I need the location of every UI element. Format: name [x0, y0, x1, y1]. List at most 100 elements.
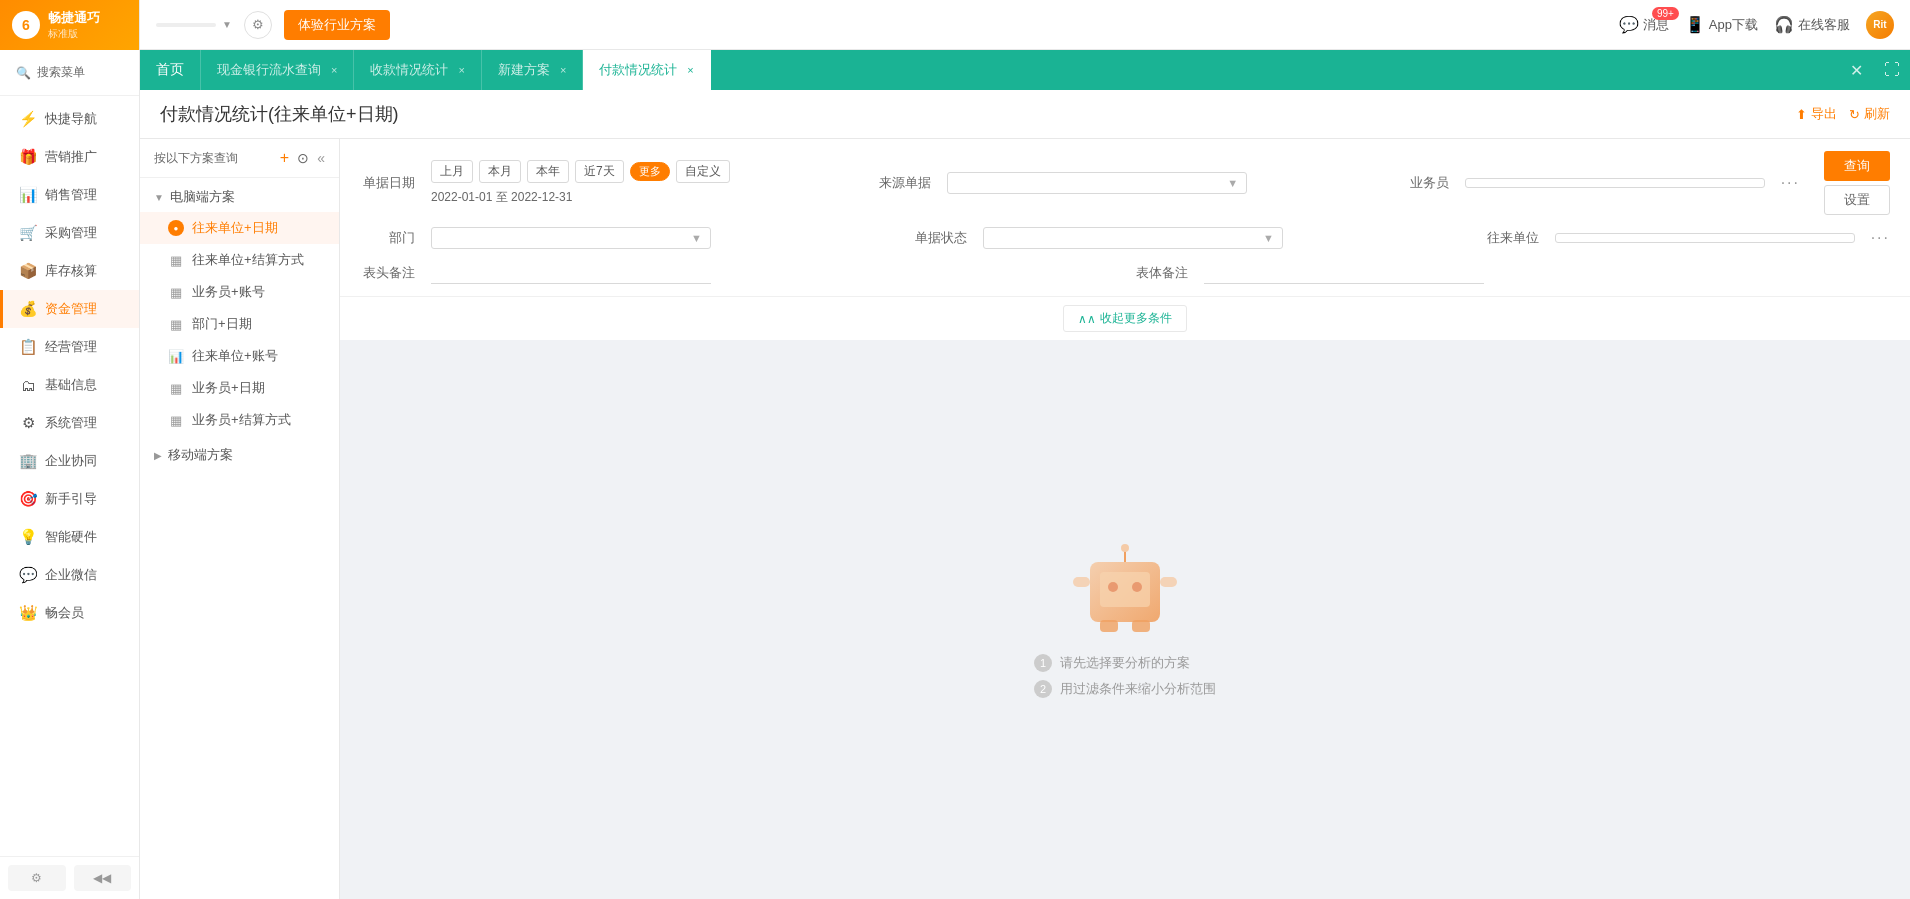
- scheme-item-label: 业务员+结算方式: [192, 411, 291, 429]
- sidebar-collapse-btn[interactable]: ◀◀: [74, 865, 132, 891]
- sidebar-item-yingxiao[interactable]: 🎁 营销推广: [0, 138, 139, 176]
- scheme-item-staff-account[interactable]: ▦ 业务员+账号: [140, 276, 339, 308]
- query-button[interactable]: 查询: [1824, 151, 1890, 181]
- scheme-item-label: 业务员+账号: [192, 283, 265, 301]
- scheme-collapse-btn[interactable]: «: [317, 150, 325, 166]
- tip-text-2: 用过滤条件来缩小分析范围: [1060, 680, 1216, 698]
- svg-rect-6: [1073, 577, 1090, 587]
- partner-more-btn[interactable]: ···: [1871, 229, 1890, 247]
- date-btn-7days[interactable]: 近7天: [575, 160, 624, 183]
- search-menu-item[interactable]: 🔍 搜索菜单: [8, 58, 131, 87]
- receipts-tab-close[interactable]: ×: [458, 64, 464, 76]
- tab-payments[interactable]: 付款情况统计 ×: [583, 50, 710, 90]
- sidebar-logo: 6: [12, 11, 40, 39]
- mobile-section-header[interactable]: ▶ 移动端方案: [140, 440, 339, 470]
- header-note-input[interactable]: [431, 261, 711, 284]
- sidebar-item-label: 采购管理: [45, 224, 97, 242]
- table-icon: ▦: [168, 316, 184, 332]
- tab-receipts[interactable]: 收款情况统计 ×: [354, 50, 481, 90]
- scheme-item-dept-date[interactable]: ▦ 部门+日期: [140, 308, 339, 340]
- payments-tab-label: 付款情况统计: [599, 61, 677, 79]
- sidebar-item-qiye[interactable]: 🏢 企业协同: [0, 442, 139, 480]
- desktop-scheme-section: ▼ 电脑端方案 ● 往来单位+日期 ▦ 往来单位+结算方式 ▦ 业务员+账号 ▦: [140, 178, 339, 440]
- staff-more-btn[interactable]: ···: [1781, 174, 1800, 192]
- date-btn-last-month[interactable]: 上月: [431, 160, 473, 183]
- tab-cashflow[interactable]: 现金银行流水查询 ×: [201, 50, 354, 90]
- scheme-header: 按以下方案查询 + ⊙ «: [140, 139, 339, 178]
- arrow-right-icon: ▶: [154, 450, 162, 461]
- topbar-settings-btn[interactable]: ⚙: [244, 11, 272, 39]
- scheme-header-actions: + ⊙ «: [280, 149, 325, 167]
- user-avatar[interactable]: Rit: [1866, 11, 1894, 39]
- scheme-panel: 按以下方案查询 + ⊙ « ▼ 电脑端方案 ● 往来单位+日期 ▦: [140, 139, 340, 899]
- source-select[interactable]: ▼: [947, 172, 1247, 194]
- search-icon: 🔍: [16, 66, 31, 80]
- scheme-item-label: 往来单位+日期: [192, 219, 278, 237]
- scheme-item-partner-settle[interactable]: ▦ 往来单位+结算方式: [140, 244, 339, 276]
- sidebar-item-jingying[interactable]: 📋 经营管理: [0, 328, 139, 366]
- dept-select[interactable]: ▼: [431, 227, 711, 249]
- empty-illustration: 1 请先选择要分析的方案 2 用过滤条件来缩小分析范围: [1034, 542, 1216, 698]
- sidebar-item-label: 营销推广: [45, 148, 97, 166]
- close-tab-btn[interactable]: ✕: [1838, 50, 1874, 90]
- gear-icon: ⚙: [31, 871, 42, 885]
- date-btn-this-month[interactable]: 本月: [479, 160, 521, 183]
- desktop-section-header[interactable]: ▼ 电脑端方案: [140, 182, 339, 212]
- money-icon: 💰: [19, 300, 37, 318]
- chart-bar-icon: 📊: [168, 348, 184, 364]
- date-btn-more[interactable]: 更多: [630, 162, 670, 181]
- content-body: 按以下方案查询 + ⊙ « ▼ 电脑端方案 ● 往来单位+日期 ▦: [140, 139, 1910, 899]
- partner-select[interactable]: [1555, 233, 1855, 243]
- scheme-item-partner-account[interactable]: 📊 往来单位+账号: [140, 340, 339, 372]
- scheme-item-staff-settle[interactable]: ▦ 业务员+结算方式: [140, 404, 339, 436]
- sidebar-settings-btn[interactable]: ⚙: [8, 865, 66, 891]
- refresh-btn[interactable]: ↻ 刷新: [1849, 105, 1890, 123]
- download-icon: 📱: [1685, 15, 1705, 34]
- filter-collapse-row: ∧∧ 收起更多条件: [340, 296, 1910, 340]
- status-select[interactable]: ▼: [983, 227, 1283, 249]
- payments-tab-close[interactable]: ×: [687, 64, 693, 76]
- sidebar-item-kuaijie[interactable]: ⚡ 快捷导航: [0, 100, 139, 138]
- date-btn-custom[interactable]: 自定义: [676, 160, 730, 183]
- collapse-filter-btn[interactable]: ∧∧ 收起更多条件: [1063, 305, 1187, 332]
- sidebar-item-xiaoshou[interactable]: 📊 销售管理: [0, 176, 139, 214]
- sidebar-item-zijin[interactable]: 💰 资金管理: [0, 290, 139, 328]
- scheme-item-label: 往来单位+结算方式: [192, 251, 304, 269]
- export-btn[interactable]: ⬆ 导出: [1796, 105, 1837, 123]
- tip-item-2: 2 用过滤条件来缩小分析范围: [1034, 680, 1216, 698]
- sidebar-item-xinshou[interactable]: 🎯 新手引导: [0, 480, 139, 518]
- scheme-item-staff-date[interactable]: ▦ 业务员+日期: [140, 372, 339, 404]
- sidebar-item-zhineng[interactable]: 💡 智能硬件: [0, 518, 139, 556]
- sidebar-item-kucun[interactable]: 📦 库存核算: [0, 252, 139, 290]
- maximize-tab-btn[interactable]: ⛶: [1874, 50, 1910, 90]
- export-icon: ⬆: [1796, 107, 1807, 122]
- date-range-display: 2022-01-01 至 2022-12-31: [431, 189, 730, 206]
- scheme-settings-icon[interactable]: ⊙: [297, 150, 309, 166]
- sidebar-item-label: 快捷导航: [45, 110, 97, 128]
- tab-home[interactable]: 首页: [140, 50, 201, 90]
- sidebar-item-jichu[interactable]: 🗂 基础信息: [0, 366, 139, 404]
- cashflow-tab-close[interactable]: ×: [331, 64, 337, 76]
- header-note-label: 表头备注: [360, 264, 415, 282]
- trial-button[interactable]: 体验行业方案: [284, 10, 390, 40]
- chevron-down-icon: ▼: [1263, 232, 1274, 244]
- date-btn-this-year[interactable]: 本年: [527, 160, 569, 183]
- scheme-item-label: 业务员+日期: [192, 379, 265, 397]
- newscheme-tab-close[interactable]: ×: [560, 64, 566, 76]
- app-download-btn[interactable]: 📱 App下载: [1685, 15, 1758, 34]
- staff-select[interactable]: [1465, 178, 1765, 188]
- body-note-input[interactable]: [1204, 261, 1484, 284]
- filter-settings-btn[interactable]: 设置: [1824, 185, 1890, 215]
- sidebar-item-chang[interactable]: 👑 畅会员: [0, 594, 139, 632]
- svg-point-3: [1132, 582, 1142, 592]
- scheme-add-btn[interactable]: +: [280, 149, 289, 167]
- tab-newscheme[interactable]: 新建方案 ×: [482, 50, 583, 90]
- sidebar-item-xitong[interactable]: ⚙ 系统管理: [0, 404, 139, 442]
- online-service-btn[interactable]: 🎧 在线客服: [1774, 15, 1850, 34]
- sidebar-item-caigou[interactable]: 🛒 采购管理: [0, 214, 139, 252]
- messages-badge[interactable]: 💬 消息 99+: [1619, 15, 1669, 34]
- sidebar-item-weixin[interactable]: 💬 企业微信: [0, 556, 139, 594]
- table-icon: ▦: [168, 252, 184, 268]
- filter-row-2: 部门 ▼ 单据状态 ▼ 往来单位: [360, 227, 1890, 249]
- scheme-item-partner-date[interactable]: ● 往来单位+日期: [140, 212, 339, 244]
